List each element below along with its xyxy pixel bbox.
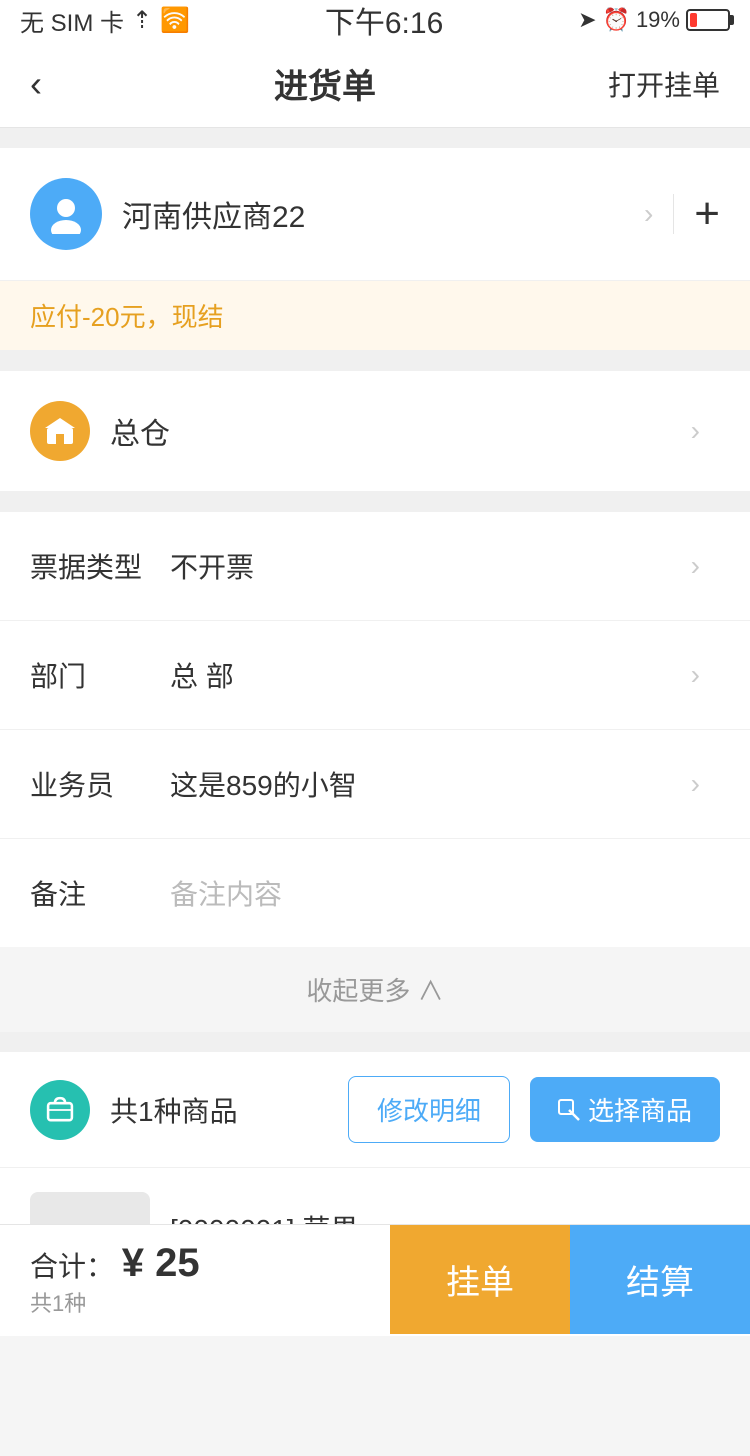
carrier-label: 无 SIM 卡 xyxy=(20,3,124,38)
supplier-row[interactable]: 河南供应商22 › + xyxy=(0,148,750,281)
bottom-gap xyxy=(0,1336,750,1456)
collapse-button[interactable]: 收起更多 ∧ xyxy=(0,947,750,1032)
payment-notice: 应付-20元，现结 xyxy=(0,281,750,350)
add-button[interactable]: + xyxy=(694,192,720,236)
product-header: 共1种商品 修改明细 选择商品 xyxy=(0,1032,750,1167)
user-icon xyxy=(46,194,86,234)
section-gap-1 xyxy=(0,128,750,148)
supplier-avatar xyxy=(30,178,102,250)
battery-percent: 19% xyxy=(636,7,680,33)
bottom-bar: 合计： ¥ 25 共1种 挂单 结算 xyxy=(0,1224,750,1334)
alarm-icon: ⏰ xyxy=(603,7,630,33)
invoice-type-row[interactable]: 票据类型 不开票 › xyxy=(0,511,750,620)
invoice-value: 不开票 xyxy=(170,546,691,586)
remark-input[interactable]: 备注内容 xyxy=(170,873,720,913)
hang-button[interactable]: 挂单 xyxy=(390,1225,570,1334)
department-chevron-icon: › xyxy=(691,659,700,691)
total-amount: ¥ 25 xyxy=(122,1241,200,1285)
status-bar: 无 SIM 卡 ⇡ 🛜 下午6:16 ➤ ⏰ 19% xyxy=(0,0,750,40)
warehouse-card: 总仓 › xyxy=(0,370,750,491)
open-hang-button[interactable]: 打开挂单 xyxy=(608,64,720,104)
select-product-label: 选择商品 xyxy=(588,1091,692,1128)
edit-detail-button[interactable]: 修改明细 xyxy=(348,1076,510,1143)
remark-row[interactable]: 备注 备注内容 xyxy=(0,838,750,947)
wifi-signal: 🛜 xyxy=(160,6,190,35)
supplier-card: 河南供应商22 › + 应付-20元，现结 xyxy=(0,148,750,350)
remark-label: 备注 xyxy=(30,873,170,913)
select-icon xyxy=(558,1099,580,1121)
salesperson-value: 这是859的小智 xyxy=(170,764,691,804)
department-label: 部门 xyxy=(30,655,170,695)
warehouse-row[interactable]: 总仓 › xyxy=(0,370,750,491)
product-count: 共1种商品 xyxy=(110,1090,328,1130)
supplier-chevron-icon: › xyxy=(644,198,653,230)
page-title: 进货单 xyxy=(274,59,376,108)
wifi-icon: ⇡ xyxy=(132,6,152,35)
form-card: 票据类型 不开票 › 部门 总 部 › 业务员 这是859的小智 › 备注 备注… xyxy=(0,511,750,947)
salesperson-row[interactable]: 业务员 这是859的小智 › xyxy=(0,729,750,838)
invoice-chevron-icon: › xyxy=(691,550,700,582)
warehouse-chevron-icon: › xyxy=(691,415,700,447)
nav-bar: ‹ 进货单 打开挂单 xyxy=(0,40,750,128)
product-section-icon xyxy=(30,1080,90,1140)
total-section: 合计： ¥ 25 共1种 xyxy=(0,1225,390,1334)
select-product-button[interactable]: 选择商品 xyxy=(530,1077,720,1142)
time-label: 下午6:16 xyxy=(325,0,443,42)
total-label: 合计： xyxy=(30,1251,114,1282)
back-button[interactable]: ‹ xyxy=(30,63,42,105)
battery-icon xyxy=(686,9,730,31)
total-row: 合计： ¥ 25 xyxy=(30,1241,360,1286)
warehouse-name: 总仓 xyxy=(110,409,691,453)
cart-icon xyxy=(43,1093,77,1127)
divider xyxy=(673,194,674,234)
department-row[interactable]: 部门 总 部 › xyxy=(0,620,750,729)
salesperson-label: 业务员 xyxy=(30,764,170,804)
location-icon: ➤ xyxy=(578,7,596,33)
salesperson-chevron-icon: › xyxy=(691,768,700,800)
department-value: 总 部 xyxy=(170,655,691,695)
warehouse-icon xyxy=(30,401,90,461)
warehouse-svg xyxy=(43,414,77,448)
status-left: 无 SIM 卡 ⇡ 🛜 xyxy=(20,3,190,38)
total-sub: 共1种 xyxy=(30,1286,360,1318)
invoice-label: 票据类型 xyxy=(30,546,170,586)
status-right: ➤ ⏰ 19% xyxy=(578,7,730,33)
supplier-name: 河南供应商22 xyxy=(122,192,644,236)
checkout-button[interactable]: 结算 xyxy=(570,1225,750,1334)
battery-fill xyxy=(690,13,697,27)
section-gap-3 xyxy=(0,491,750,511)
section-gap-2 xyxy=(0,350,750,370)
